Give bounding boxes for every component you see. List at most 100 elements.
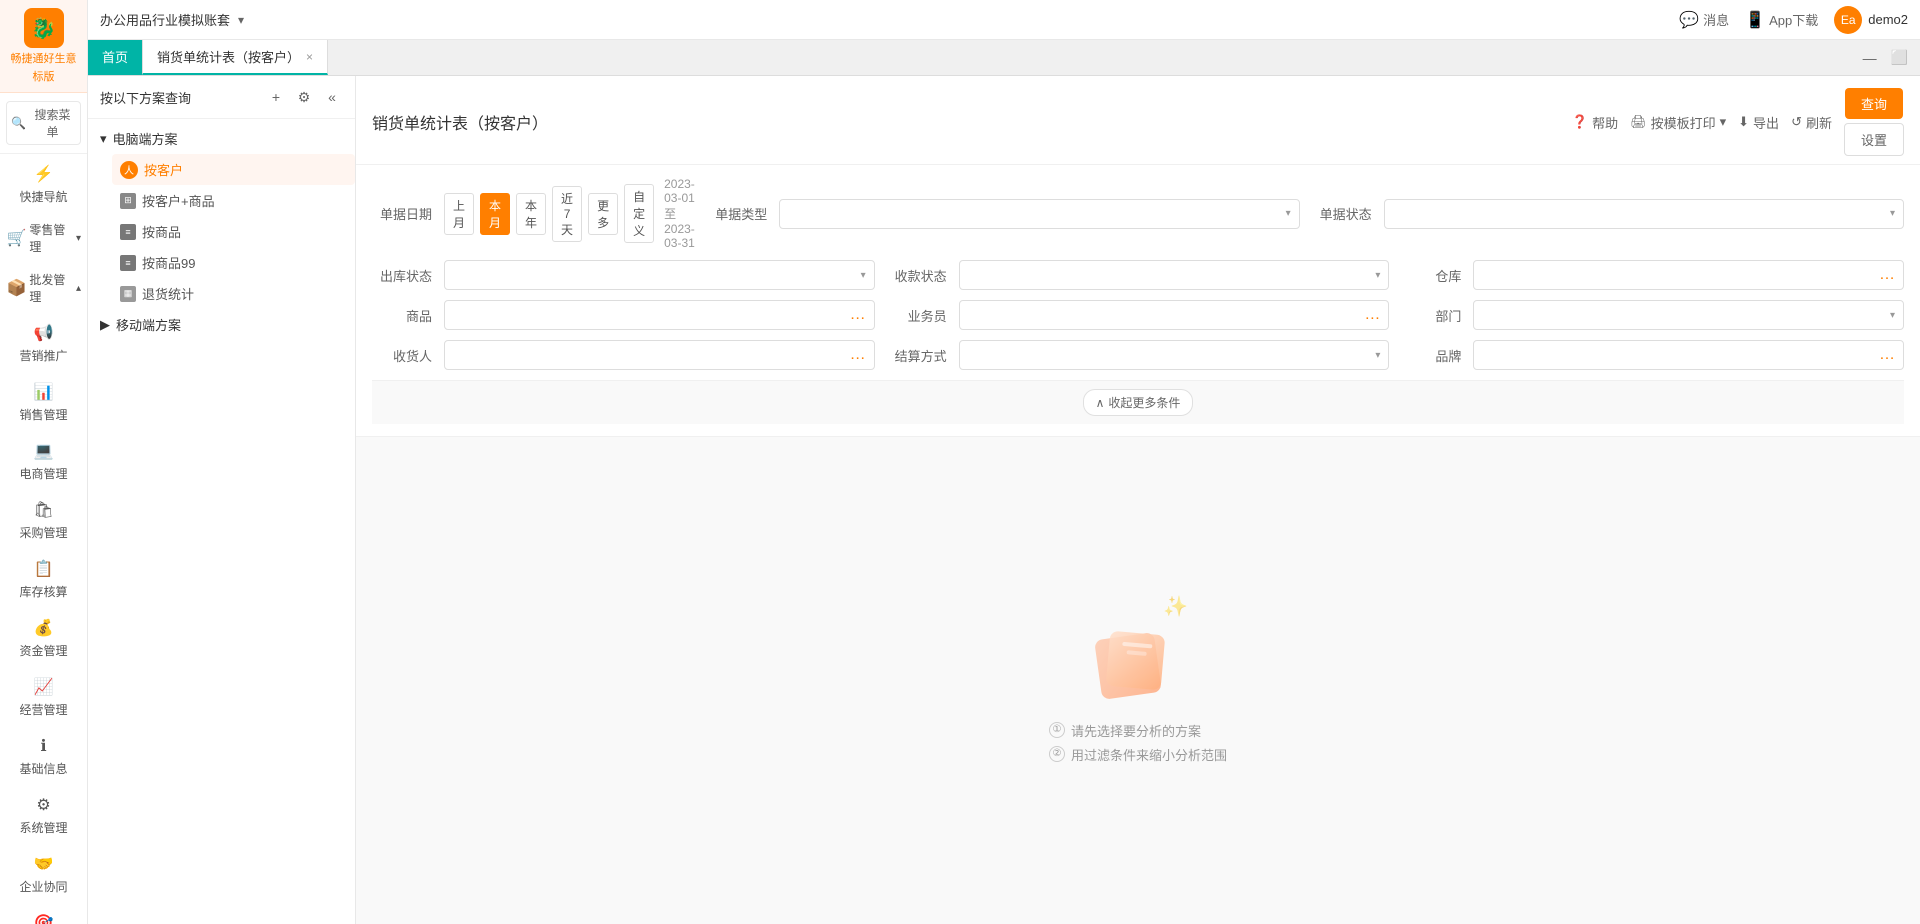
query-button[interactable]: 查询 <box>1845 88 1903 119</box>
tree-child-customer-goods[interactable]: ⊞ 按客户+商品 <box>112 185 355 216</box>
finance-icon: 💰 <box>32 616 56 640</box>
staff-dots[interactable]: … <box>1364 306 1380 324</box>
tab-close-btn[interactable]: × <box>306 50 313 64</box>
sidebar-item-basic-info[interactable]: ℹ 基础信息 <box>0 726 87 785</box>
tree-child-by-customer[interactable]: 人 按客户 <box>112 154 355 185</box>
settle-chevron: ▾ <box>1375 350 1380 361</box>
tree-mobile-schemes[interactable]: ▶ 移动端方案 <box>88 309 355 340</box>
settings-button[interactable]: 设置 <box>1844 123 1904 156</box>
date-btn-this-month[interactable]: 本月 <box>480 193 510 235</box>
tree-child-by-goods[interactable]: ≡ 按商品 <box>112 216 355 247</box>
search-menu-label: 搜索菜单 <box>29 106 76 140</box>
warehouse-label: 仓库 <box>1401 266 1461 285</box>
brand-dots[interactable]: … <box>1879 346 1895 364</box>
dept-chevron: ▾ <box>1890 310 1895 321</box>
out-status-chevron: ▾ <box>861 270 866 281</box>
operations-label: 经营管理 <box>19 701 67 718</box>
sidebar-item-ecommerce[interactable]: 💻 电商管理 <box>0 431 87 490</box>
warehouse-dots[interactable]: … <box>1879 266 1895 284</box>
wholesale-arrow: ▴ <box>76 283 81 294</box>
message-btn[interactable]: 💬 消息 <box>1679 10 1729 30</box>
date-btn-7days[interactable]: 近7天 <box>552 186 582 242</box>
hint-2-text: 用过滤条件来缩小分析范围 <box>1071 744 1227 767</box>
collapse-more-btn[interactable]: ∧ 收起更多条件 <box>1083 389 1194 416</box>
refresh-icon: ↺ <box>1791 114 1802 130</box>
sidebar-item-sales[interactable]: 📊 销售管理 <box>0 372 87 431</box>
refresh-btn[interactable]: ↺ 刷新 <box>1791 113 1832 132</box>
warehouse-input[interactable]: … <box>1473 260 1904 290</box>
sidebar-item-marketing[interactable]: 📢 营销推广 <box>0 313 87 372</box>
tree-child-return-stats[interactable]: ▦ 退货统计 <box>112 278 355 309</box>
app-download-btn[interactable]: 📱 App下载 <box>1745 10 1818 30</box>
sidebar-item-retail[interactable]: 🛒 零售管理 ▾ <box>0 213 87 263</box>
tab-action-area: — ⬜ <box>1851 40 1920 75</box>
help-label: 帮助 <box>1592 113 1618 132</box>
settings-scheme-btn[interactable]: ⚙ <box>293 86 315 108</box>
staff-input[interactable]: … <box>959 300 1390 330</box>
receiver-dots[interactable]: … <box>850 346 866 364</box>
add-scheme-btn[interactable]: + <box>265 86 287 108</box>
wholesale-label: 批发管理 <box>29 271 72 305</box>
tab-minimize-btn[interactable]: — <box>1859 46 1881 70</box>
dept-select[interactable]: ▾ <box>1473 300 1904 330</box>
doc-status-chevron: ▾ <box>1890 208 1895 219</box>
print-btn[interactable]: 🖨 按模板打印 ▾ <box>1630 113 1726 132</box>
goods-label: 商品 <box>372 306 432 325</box>
left-panel-header: 按以下方案查询 + ⚙ « <box>88 76 355 119</box>
help-btn[interactable]: ❓ 帮助 <box>1572 113 1618 132</box>
goods-dots[interactable]: … <box>850 306 866 324</box>
customer-goods-label: 按客户+商品 <box>142 191 215 210</box>
help-icon: ❓ <box>1572 114 1588 130</box>
export-btn[interactable]: ⬇ 导出 <box>1738 113 1779 132</box>
collapse-panel-btn[interactable]: « <box>321 86 343 108</box>
sidebar-item-quick-nav[interactable]: ⚡ 快捷导航 <box>0 154 87 213</box>
date-btn-more[interactable]: 更多 <box>588 193 618 235</box>
sidebar-item-inventory[interactable]: 📋 库存核算 <box>0 549 87 608</box>
search-menu-button[interactable]: 🔍 搜索菜单 <box>6 101 81 145</box>
sidebar-item-collab[interactable]: 🤝 企业协同 <box>0 844 87 903</box>
user-menu[interactable]: Ea demo2 <box>1834 6 1908 34</box>
settle-select[interactable]: ▾ <box>959 340 1390 370</box>
filter-row-4: 收货人 … 结算方式 ▾ 品牌 … <box>372 340 1904 370</box>
system-icon: ⚙ <box>32 793 56 817</box>
sidebar-item-finance[interactable]: 💰 资金管理 <box>0 608 87 667</box>
by-customer-label: 按客户 <box>144 160 183 179</box>
left-panel-title: 按以下方案查询 <box>100 88 191 107</box>
tree-child-by-goods99[interactable]: ≡ 按商品99 <box>112 247 355 278</box>
tree-mobile-arrow: ▶ <box>100 317 110 333</box>
message-icon: 💬 <box>1679 10 1699 30</box>
doc-type-select[interactable]: ▾ <box>779 199 1299 229</box>
sidebar: 🐉 畅捷通好生意 标版 🔍 搜索菜单 ⚡ 快捷导航 🛒 零售管理 ▾ 📦 批发管… <box>0 0 88 924</box>
brand-input[interactable]: … <box>1473 340 1904 370</box>
out-status-select[interactable]: ▾ <box>444 260 875 290</box>
date-filter-label: 单据日期 <box>372 204 432 223</box>
sidebar-item-system[interactable]: ⚙ 系统管理 <box>0 785 87 844</box>
tab-sales-stat[interactable]: 销货单统计表（按客户） × <box>143 40 328 75</box>
collapse-label: 收起更多条件 <box>1108 394 1180 411</box>
tab-restore-btn[interactable]: ⬜ <box>1887 45 1912 70</box>
logo-icon: 🐉 <box>24 8 64 48</box>
app-download-label: App下载 <box>1769 10 1818 29</box>
empty-box-stripe2 <box>1126 650 1146 656</box>
industry-dropdown[interactable]: ▾ <box>238 13 244 27</box>
tree-desktop-label: 电脑端方案 <box>113 129 178 148</box>
receiver-input[interactable]: … <box>444 340 875 370</box>
doc-status-select[interactable]: ▾ <box>1384 199 1904 229</box>
tab-home[interactable]: 首页 <box>88 40 143 75</box>
print-dropdown-icon: ▾ <box>1720 114 1727 130</box>
sidebar-item-newbie[interactable]: 🎯 新手引导 <box>0 903 87 924</box>
goods-input[interactable]: … <box>444 300 875 330</box>
retail-label: 零售管理 <box>29 221 72 255</box>
sidebar-item-operations[interactable]: 📈 经营管理 <box>0 667 87 726</box>
export-icon: ⬇ <box>1738 114 1749 130</box>
tree-desktop-arrow: ▾ <box>100 131 107 147</box>
sidebar-item-wholesale[interactable]: 📦 批发管理 ▴ <box>0 263 87 313</box>
date-btn-last-month[interactable]: 上月 <box>444 193 474 235</box>
sidebar-item-purchase[interactable]: 🛍 采购管理 <box>0 490 87 549</box>
date-btn-custom[interactable]: 自定义 <box>624 184 654 243</box>
receipt-status-select[interactable]: ▾ <box>959 260 1390 290</box>
left-panel: 按以下方案查询 + ⚙ « ▾ 电脑端方案 人 按客户 <box>88 76 356 924</box>
retail-icon: 🛒 <box>6 226 27 250</box>
date-btn-this-year[interactable]: 本年 <box>516 193 546 235</box>
tree-desktop-schemes[interactable]: ▾ 电脑端方案 <box>88 123 355 154</box>
